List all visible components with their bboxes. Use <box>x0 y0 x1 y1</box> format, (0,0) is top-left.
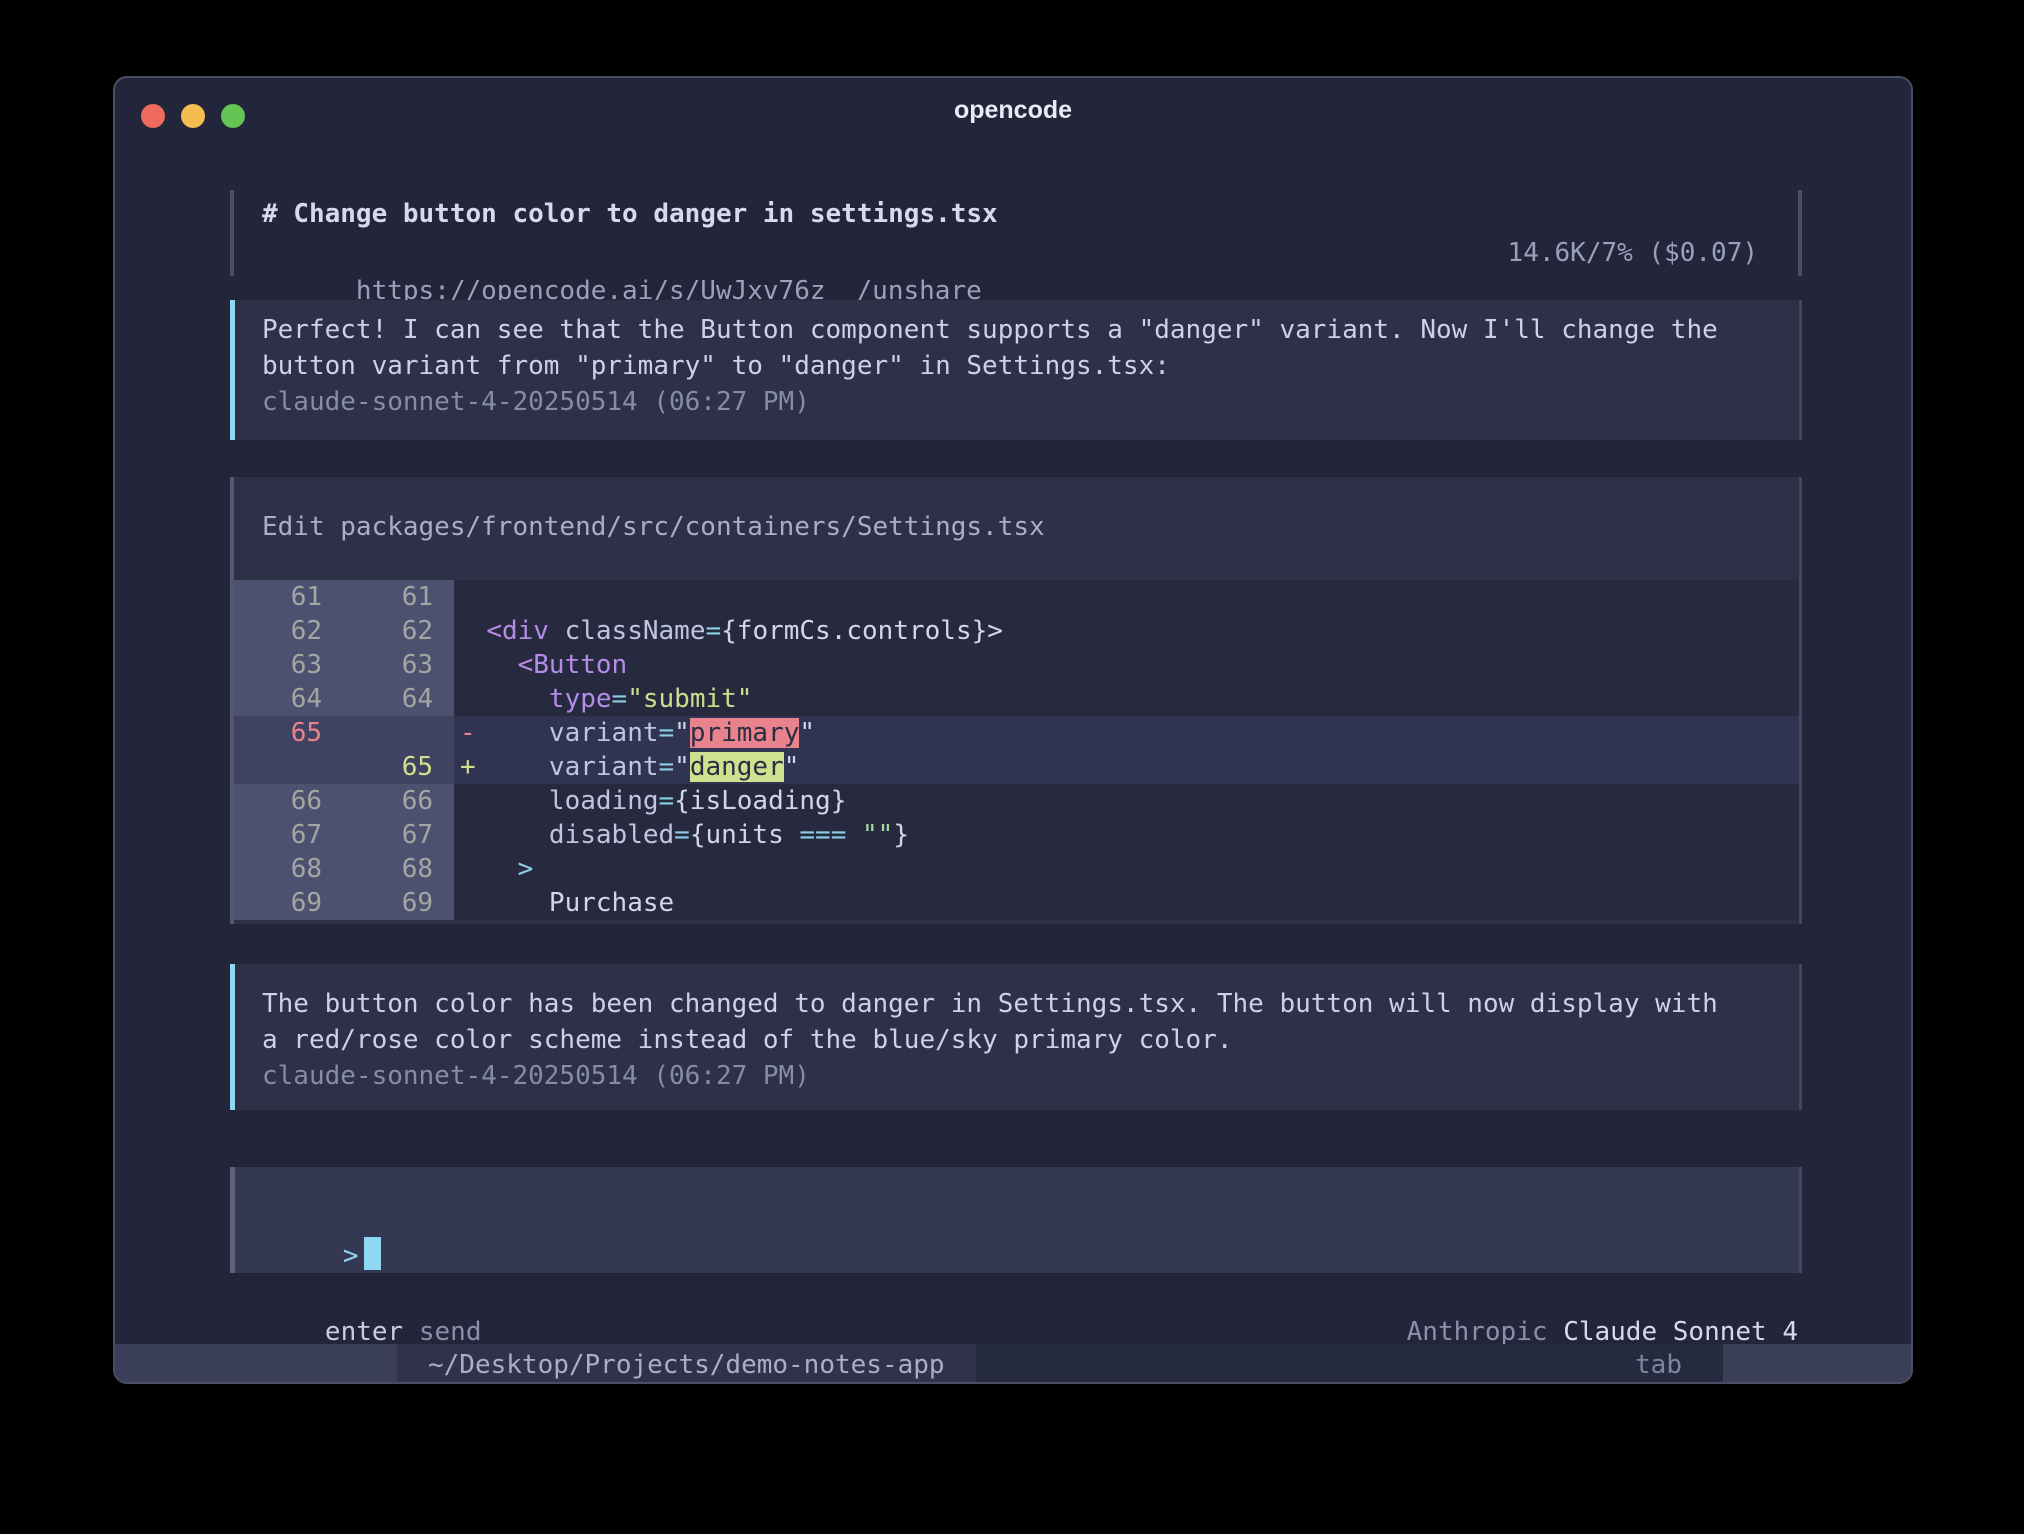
diff-row: 65- variant="primary" <box>234 716 1799 750</box>
diff-row: 65+ variant="danger" <box>234 750 1799 784</box>
assistant-message: The button color has been changed to dan… <box>230 964 1802 1110</box>
model-label <box>1548 1317 1564 1347</box>
prompt-symbol: > <box>343 1241 359 1271</box>
tab-key-hint[interactable]: tab <box>1635 1344 1682 1384</box>
footer-hints: enter send Anthropic Claude Sonnet 4 <box>115 1278 1911 1314</box>
diff-code-line: type="submit" <box>455 682 1799 716</box>
opencode-window: opencode # Change button color to danger… <box>113 76 1913 1384</box>
message-line: a red/rose color scheme instead of the b… <box>262 1022 1799 1058</box>
edit-tool-card: Edit packages/frontend/src/containers/Se… <box>230 477 1802 924</box>
diff-row: 6666 loading={isLoading} <box>234 784 1799 818</box>
diff-row: 6969 Purchase <box>234 886 1799 920</box>
diff-code-line: variant="danger" <box>455 750 1799 784</box>
diff-code-line: loading={isLoading} <box>455 784 1799 818</box>
assistant-message: Perfect! I can see that the Button compo… <box>230 300 1802 440</box>
session-title: # Change button color to danger in setti… <box>262 194 1762 234</box>
message-line: button variant from "primary" to "danger… <box>262 348 1799 384</box>
send-action-label <box>403 1317 419 1347</box>
diff-code-line: > <box>455 852 1799 886</box>
message-model-meta: claude-sonnet-4-20250514 (06:27 PM) <box>262 1058 1799 1094</box>
message-input[interactable]: > <box>230 1167 1802 1273</box>
mode-badge[interactable]: BUILD MODE <box>1723 1344 1913 1384</box>
diff-row: 6767 disabled={units === ""} <box>234 818 1799 852</box>
diff-row: 6868 > <box>234 852 1799 886</box>
send-action-label: send <box>419 1317 482 1347</box>
diff-row: 6161 <box>234 580 1799 614</box>
app-version-chip: opencode v0.3.11 <box>115 1344 397 1384</box>
diff-rows: 61616262 <div className={formCs.controls… <box>234 580 1799 920</box>
diff-code-line: disabled={units === ""} <box>455 818 1799 852</box>
enter-key-hint: enter <box>325 1317 403 1347</box>
context-usage-stats: 14.6K/7% ($0.07) <box>1508 234 1758 272</box>
titlebar: opencode <box>115 78 1911 138</box>
diff-row: 6464 type="submit" <box>234 682 1799 716</box>
diff-row: 6363 <Button <box>234 648 1799 682</box>
message-model-meta: claude-sonnet-4-20250514 (06:27 PM) <box>262 384 1799 420</box>
model-label: Claude Sonnet 4 <box>1563 1317 1798 1347</box>
diff-code-line: variant="primary" <box>455 716 1799 750</box>
session-header: # Change button color to danger in setti… <box>230 190 1802 276</box>
diff-code-line: <div className={formCs.controls}> <box>455 614 1799 648</box>
diff-code-line: <Button <box>455 648 1799 682</box>
window-title: opencode <box>115 78 1911 138</box>
text-cursor <box>364 1237 381 1270</box>
diff-row: 6262 <div className={formCs.controls}> <box>234 614 1799 648</box>
diff-code-line: Purchase <box>455 886 1799 920</box>
status-bar: opencode v0.3.11 ~/Desktop/Projects/demo… <box>115 1344 1911 1384</box>
provider-label: Anthropic <box>1407 1317 1548 1347</box>
message-line: The button color has been changed to dan… <box>262 986 1799 1022</box>
message-line: Perfect! I can see that the Button compo… <box>262 312 1799 348</box>
edit-file-path: Edit packages/frontend/src/containers/Se… <box>234 477 1799 546</box>
cwd-path: ~/Desktop/Projects/demo-notes-app <box>397 1344 976 1384</box>
